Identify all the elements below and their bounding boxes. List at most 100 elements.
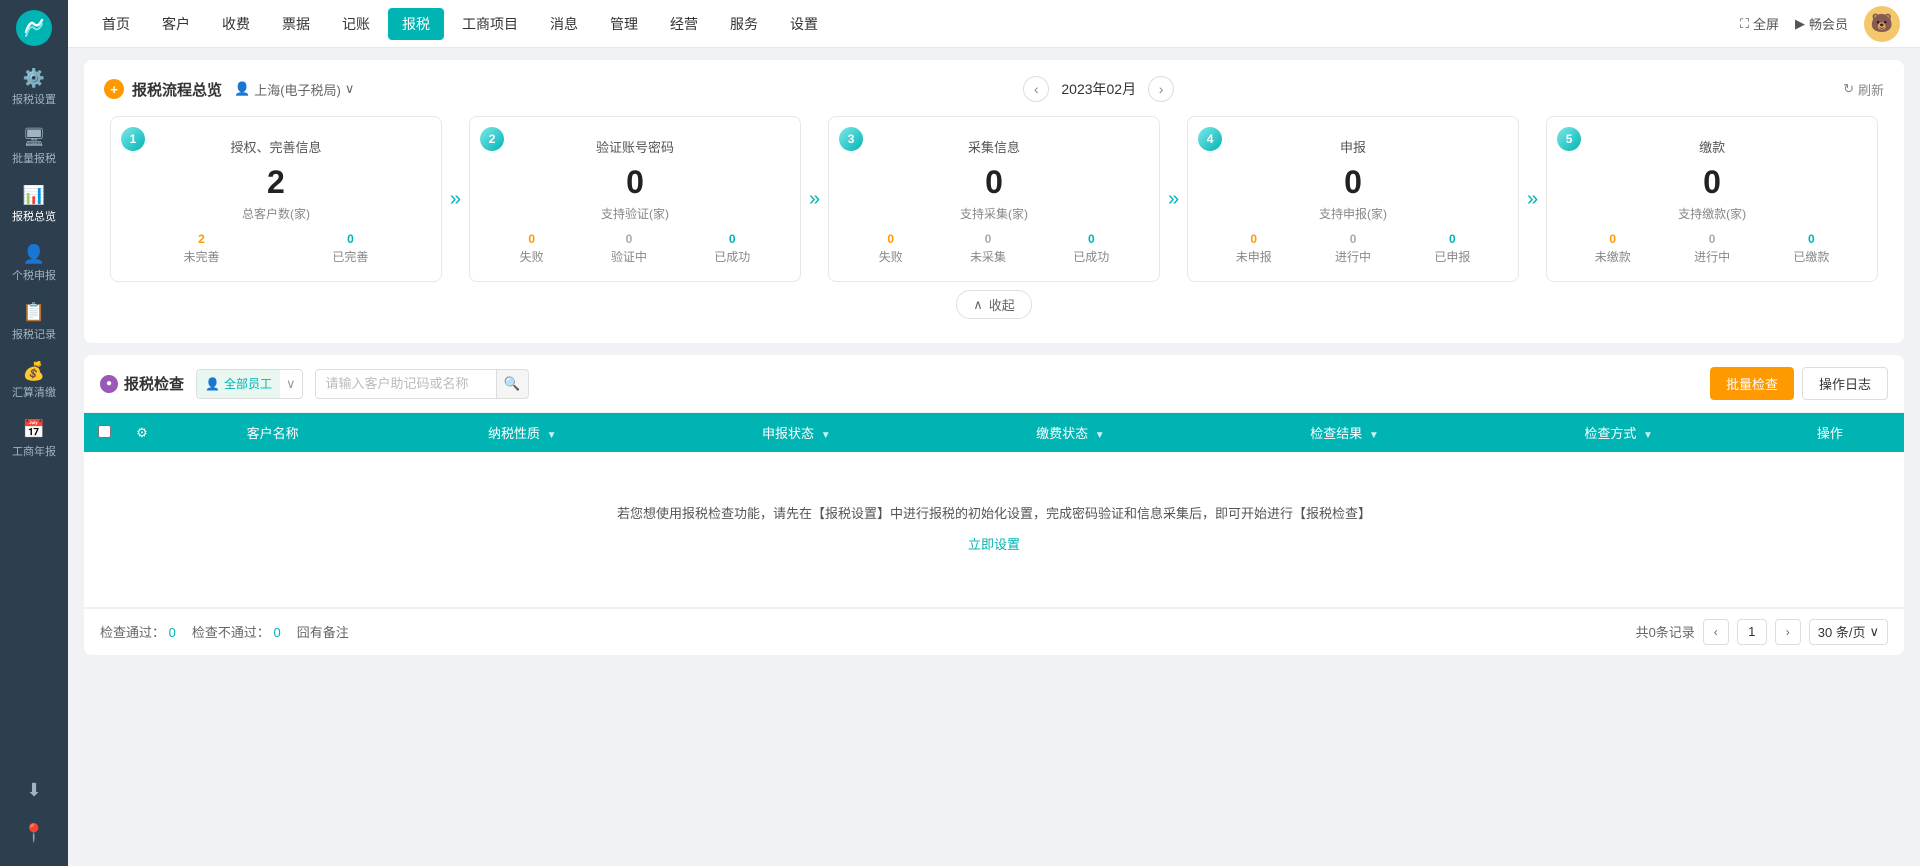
- step-2-stat-0: 0 失败: [520, 232, 544, 265]
- nav-service[interactable]: 服务: [716, 8, 772, 40]
- declare-status-filter-icon[interactable]: ▼: [821, 430, 831, 441]
- topnav-right: ⛶ 全屏 ▶ 畅会员 🐻: [1740, 6, 1900, 42]
- operation-log-btn[interactable]: 操作日志: [1802, 367, 1888, 400]
- step-3-label: 支持采集(家): [845, 205, 1143, 222]
- next-page-btn[interactable]: ›: [1775, 619, 1801, 645]
- nav-operation[interactable]: 经营: [656, 8, 712, 40]
- step-3-stat-2-num: 0: [1088, 232, 1095, 246]
- tax-settings-icon: ⚙️: [23, 66, 45, 91]
- select-all-checkbox[interactable]: [98, 425, 111, 438]
- month-nav: ‹ 2023年02月 ›: [1023, 76, 1174, 102]
- step-5-stat-0-num: 0: [1609, 232, 1616, 246]
- main-area: 首页 客户 收费 票据 记账 报税 工商项目 消息 管理 经营 服务 设置 ⛶ …: [68, 0, 1920, 866]
- check-title: ● 报税检查: [100, 373, 184, 394]
- per-page-arrow: ∨: [1869, 624, 1879, 640]
- location-icon: 📍: [23, 821, 45, 846]
- next-month-btn[interactable]: ›: [1148, 76, 1174, 102]
- annual-report-icon: 📅: [23, 417, 45, 442]
- nav-fee[interactable]: 收费: [208, 8, 264, 40]
- nav-tax[interactable]: 报税: [388, 8, 444, 40]
- nav-customer[interactable]: 客户: [148, 8, 204, 40]
- check-result-filter-icon[interactable]: ▼: [1369, 430, 1379, 441]
- step-4-num: 4: [1198, 127, 1222, 151]
- location-selector[interactable]: 👤 上海(电子税局) ∨: [234, 80, 354, 99]
- empty-row: 若您想使用报税检查功能，请先在【报税设置】中进行报税的初始化设置，完成密码验证和…: [84, 452, 1904, 607]
- refresh-btn[interactable]: ↻ 刷新: [1843, 80, 1884, 99]
- step-5-stat-2-label: 已缴款: [1793, 248, 1829, 265]
- check-footer: 检查通过： 0 检查不通过： 0 囧有备注 共0条记录 ‹ 1 › 30 条/页…: [84, 608, 1904, 655]
- step-1-card: 1 授权、完善信息 2 总客户数(家) 2 未完善 0 已完善: [110, 116, 442, 282]
- step-2-label: 支持验证(家): [486, 205, 784, 222]
- footer-note: 囧有备注: [297, 622, 349, 641]
- setup-link[interactable]: 立即设置: [968, 537, 1020, 552]
- step-2-stat-2: 0 已成功: [714, 232, 750, 265]
- search-input[interactable]: [316, 376, 496, 391]
- step-2-num: 2: [480, 127, 504, 151]
- sidebar-item-tax-settings[interactable]: ⚙️ 报税设置: [0, 58, 68, 117]
- nav-invoice[interactable]: 票据: [268, 8, 324, 40]
- col-tax-nature: 纳税性质 ▼: [385, 413, 659, 452]
- step-2-stat-1: 0 验证中: [611, 232, 647, 265]
- nav-management[interactable]: 管理: [596, 8, 652, 40]
- step-3-stat-2-label: 已成功: [1073, 248, 1109, 265]
- collapse-btn[interactable]: ∧ 收起: [956, 290, 1032, 319]
- per-page-selector[interactable]: 30 条/页 ∨: [1809, 619, 1888, 645]
- search-btn[interactable]: 🔍: [496, 369, 528, 399]
- nav-settings[interactable]: 设置: [776, 8, 832, 40]
- step-4-count: 0: [1204, 164, 1502, 201]
- staff-icon: 👤: [205, 377, 220, 391]
- pay-status-filter-icon[interactable]: ▼: [1095, 430, 1105, 441]
- step-4-stat-1-label: 进行中: [1335, 248, 1371, 265]
- nav-accounting[interactable]: 记账: [328, 8, 384, 40]
- sidebar-item-location[interactable]: 📍: [19, 813, 49, 856]
- step-1-stat-1-label: 已完善: [332, 248, 368, 265]
- fail-count-link[interactable]: 0: [274, 625, 281, 640]
- download-icon: ⬇: [26, 778, 41, 803]
- step-3-stat-0-num: 0: [887, 232, 894, 246]
- step-1-stat-1: 0 已完善: [332, 232, 368, 265]
- prev-month-btn[interactable]: ‹: [1023, 76, 1049, 102]
- pass-count-link[interactable]: 0: [169, 625, 176, 640]
- tax-nature-filter-icon[interactable]: ▼: [547, 430, 557, 441]
- staff-selector[interactable]: 👤 全部员工 ∨: [196, 369, 302, 399]
- step-2-stat-2-num: 0: [729, 232, 736, 246]
- fullscreen-btn[interactable]: ⛶ 全屏: [1740, 14, 1779, 33]
- sidebar-item-tax-overview[interactable]: 📊 报税总览: [0, 175, 68, 234]
- sidebar-item-download[interactable]: ⬇: [19, 770, 49, 813]
- table-body: 若您想使用报税检查功能，请先在【报税设置】中进行报税的初始化设置，完成密码验证和…: [84, 452, 1904, 607]
- nav-message[interactable]: 消息: [536, 8, 592, 40]
- collapse-icon: ∧: [973, 297, 983, 313]
- collapse-bar: ∧ 收起: [104, 282, 1884, 327]
- check-method-filter-icon[interactable]: ▼: [1643, 430, 1653, 441]
- batch-check-btn[interactable]: 批量检查: [1710, 367, 1794, 400]
- sidebar-item-annual-report[interactable]: 📅 工商年报: [0, 409, 68, 468]
- sidebar-item-settlement[interactable]: 💰 汇算清缴: [0, 351, 68, 410]
- nav-business[interactable]: 工商项目: [448, 8, 532, 40]
- nav-home[interactable]: 首页: [88, 8, 144, 40]
- avatar[interactable]: 🐻: [1864, 6, 1900, 42]
- sidebar-item-batch-tax[interactable]: 🖥 批量报税: [0, 117, 68, 176]
- vip-btn[interactable]: ▶ 畅会员: [1795, 14, 1848, 33]
- overview-title-icon: +: [104, 79, 124, 99]
- fullscreen-icon: ⛶: [1740, 16, 1749, 32]
- search-box: 🔍: [315, 369, 529, 399]
- overview-card: + 报税流程总览 👤 上海(电子税局) ∨ ‹ 2023年02月 › ↻: [84, 60, 1904, 343]
- step-3-stat-1-label: 未采集: [970, 248, 1006, 265]
- step-3-stat-0-label: 失败: [879, 248, 903, 265]
- current-page: 1: [1737, 619, 1767, 645]
- staff-badge: 👤 全部员工: [197, 370, 280, 398]
- prev-page-btn[interactable]: ‹: [1703, 619, 1729, 645]
- col-check-result: 检查结果 ▼: [1207, 413, 1481, 452]
- sidebar-item-tax-record[interactable]: 📋 报税记录: [0, 292, 68, 351]
- step-2-stat-0-label: 失败: [520, 248, 544, 265]
- step-3-stat-1-num: 0: [985, 232, 992, 246]
- table-head: ⚙ 客户名称 纳税性质 ▼ 申报状态 ▼: [84, 413, 1904, 452]
- step-4-stats: 0 未申报 0 进行中 0 已申报: [1204, 232, 1502, 265]
- step-5-card: 5 缴款 0 支持缴款(家) 0 未缴款 0 进行中: [1546, 116, 1878, 282]
- sidebar-item-personal-tax[interactable]: 👤 个税申报: [0, 234, 68, 293]
- step-4-stat-2-num: 0: [1449, 232, 1456, 246]
- overview-header: + 报税流程总览 👤 上海(电子税局) ∨ ‹ 2023年02月 › ↻: [104, 76, 1884, 102]
- step-4-stat-0-num: 0: [1250, 232, 1257, 246]
- step-5-stat-2-num: 0: [1808, 232, 1815, 246]
- vip-icon: ▶: [1795, 16, 1805, 32]
